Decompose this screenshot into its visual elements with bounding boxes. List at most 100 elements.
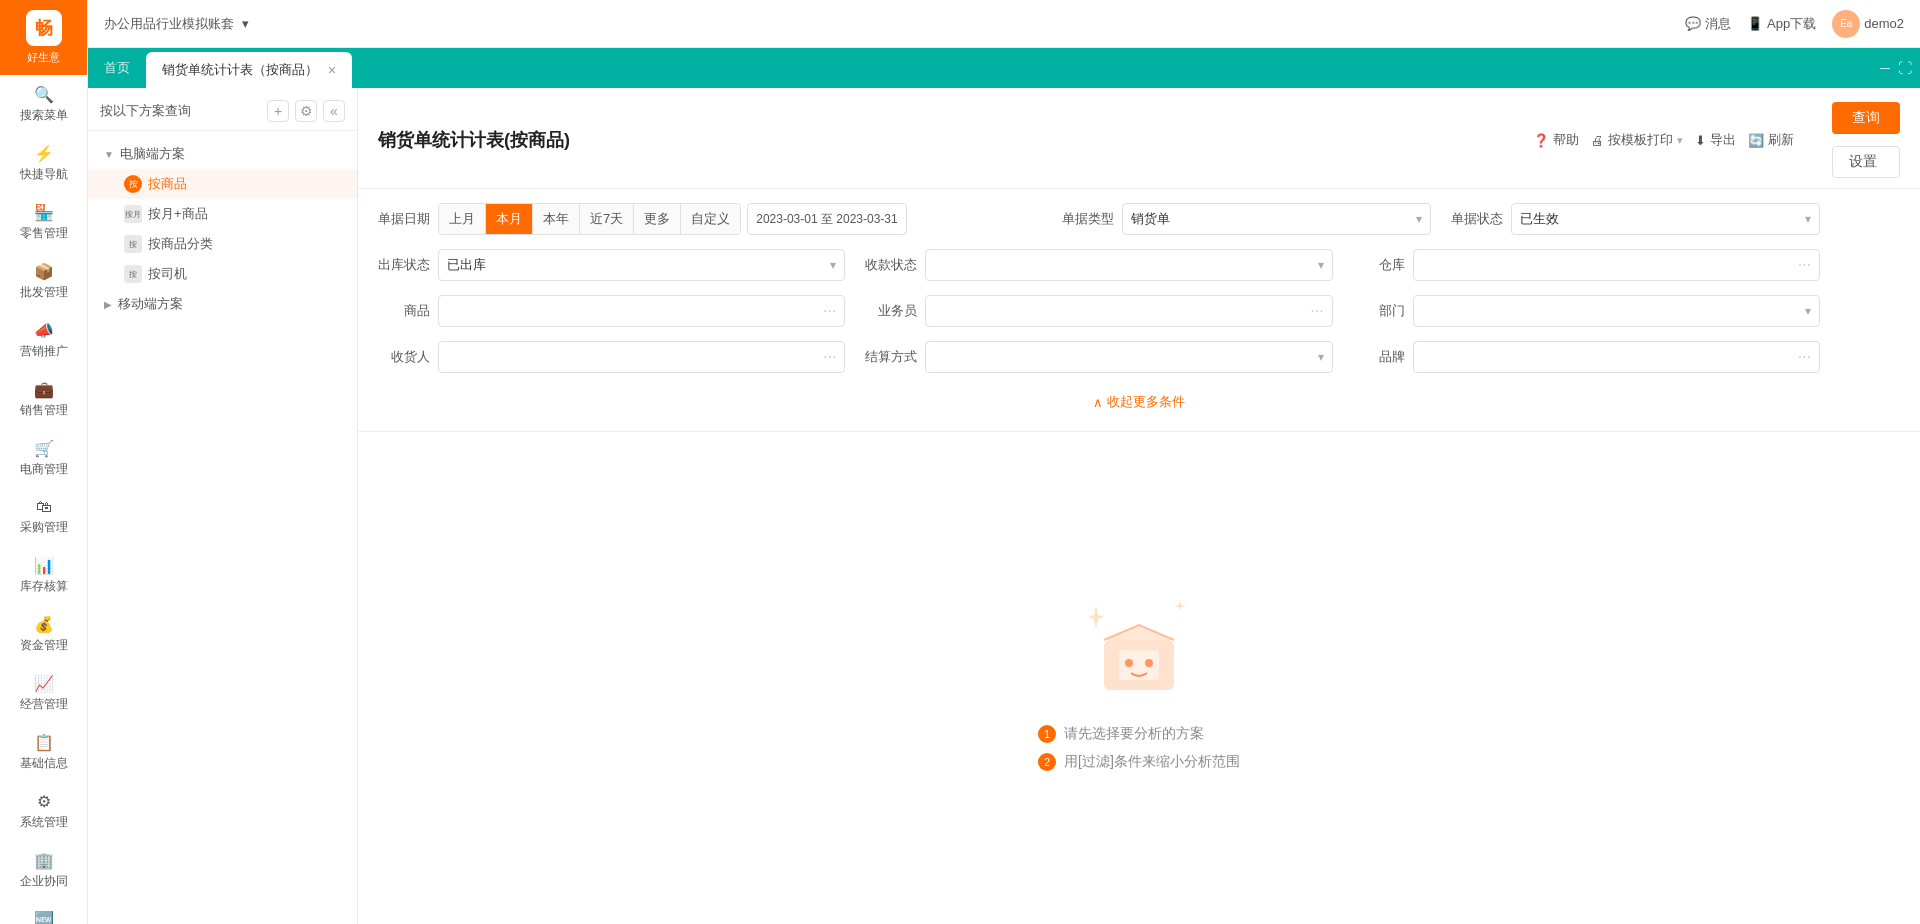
tree-desktop-parent[interactable]: ▼ 电脑端方案 [88,139,357,169]
settings-button[interactable]: 设置 [1832,146,1900,178]
retail-icon: 🏪 [34,203,54,222]
maximize-icon[interactable]: ⛶ [1898,60,1912,76]
tree-mobile-arrow-icon: ▶ [104,299,112,310]
user-avatar-btn[interactable]: Ea demo2 [1832,10,1904,38]
brand-dots-icon[interactable]: ··· [1798,348,1811,366]
export-btn[interactable]: ⬇ 导出 [1695,131,1736,149]
message-btn[interactable]: 💬 消息 [1685,15,1731,33]
app-download-label: App下载 [1767,15,1816,33]
date-tab-this-month[interactable]: 本月 [486,203,533,235]
date-tab-custom[interactable]: 自定义 [681,203,740,235]
sales-rep-dots-icon[interactable]: ··· [1310,302,1323,320]
warehouse-control[interactable]: ··· [1413,249,1820,281]
tree-arrow-icon: ▼ [104,149,114,160]
tree-desktop-label: 电脑端方案 [120,145,185,163]
stock-status-value: 已出库 [447,256,486,274]
stock-status-control[interactable]: 已出库 ▾ [438,249,845,281]
tree-child-month-product[interactable]: 按月 按月+商品 [88,199,357,229]
sidebar: 畅 好生意 🔍搜索菜单⚡快捷导航🏪零售管理📦批发管理📣营销推广💼销售管理🛒电商管… [0,0,88,924]
month-product-icon: 按月 [124,205,142,223]
tab-maximize-area: ─ ⛶ [1880,60,1912,76]
payment-method-control[interactable]: ▾ [925,341,1332,373]
export-icon: ⬇ [1695,133,1706,148]
industry-dropdown[interactable]: ▾ [242,16,249,31]
page-title: 销货单统计计表(按商品) [378,128,570,152]
recipient-control[interactable]: ··· [438,341,845,373]
main-area: 办公用品行业模拟账套 ▾ 💬 消息 📱 App下载 Ea demo2 首页 [88,0,1920,924]
collapse-panel-btn[interactable]: « [323,100,345,122]
sidebar-item-ecommerce[interactable]: 🛒电商管理 [15,429,73,488]
sidebar-item-inventory[interactable]: 📊库存核算 [15,546,73,605]
date-label: 单据日期 [378,210,438,228]
tree-child-category[interactable]: 按 按商品分类 [88,229,357,259]
sidebar-item-sales[interactable]: 💼销售管理 [15,370,73,429]
warehouse-label: 仓库 [1353,256,1413,274]
topbar: 办公用品行业模拟账套 ▾ 💬 消息 📱 App下载 Ea demo2 [88,0,1920,48]
stock-status-arrow-icon: ▾ [830,258,836,272]
tab-active[interactable]: 销货单统计计表（按商品） × [146,52,352,88]
sidebar-item-quick-nav[interactable]: ⚡快捷导航 [15,134,73,193]
refresh-btn[interactable]: 🔄 刷新 [1748,131,1794,149]
sidebar-item-finance[interactable]: 💰资金管理 [15,605,73,664]
sidebar-item-search[interactable]: 🔍搜索菜单 [15,75,73,134]
sidebar-item-guide[interactable]: 🆕新手引导 [15,900,73,924]
brand-control[interactable]: ··· [1413,341,1820,373]
sidebar-label-marketing: 营销推广 [20,343,68,360]
sidebar-item-wholesale[interactable]: 📦批发管理 [15,252,73,311]
collapse-filter-btn[interactable]: ∧ 收起更多条件 [378,387,1900,417]
help-btn[interactable]: ❓ 帮助 [1533,131,1579,149]
doc-status-label: 单据状态 [1451,210,1511,228]
doc-type-label: 单据类型 [1062,210,1122,228]
recipient-dots-icon[interactable]: ··· [823,348,836,366]
sidebar-item-system[interactable]: ⚙系统管理 [15,782,73,841]
payment-status-control[interactable]: ▾ [925,249,1332,281]
sidebar-item-basic-info[interactable]: 📋基础信息 [15,723,73,782]
system-icon: ⚙ [37,792,51,811]
empty-tip-1: 1 请先选择要分析的方案 [1038,725,1240,743]
payment-status-arrow-icon: ▾ [1318,258,1324,272]
warehouse-dots-icon[interactable]: ··· [1798,256,1811,274]
sidebar-logo[interactable]: 畅 好生意 [0,0,87,75]
sidebar-item-retail[interactable]: 🏪零售管理 [15,193,73,252]
app-download-btn[interactable]: 📱 App下载 [1747,15,1816,33]
empty-illustration [1079,585,1199,705]
tree-child-product[interactable]: 按 按商品 [88,169,357,199]
sidebar-item-enterprise[interactable]: 🏢企业协同 [15,841,73,900]
sidebar-label-enterprise: 企业协同 [20,873,68,890]
add-scheme-btn[interactable]: + [267,100,289,122]
dept-control[interactable]: ▾ [1413,295,1820,327]
tree-child-driver[interactable]: 按 按司机 [88,259,357,289]
sidebar-item-operation[interactable]: 📈经营管理 [15,664,73,723]
tab-close-icon[interactable]: × [328,62,336,78]
settings-scheme-btn[interactable]: ⚙ [295,100,317,122]
sidebar-label-search: 搜索菜单 [20,107,68,124]
sales-rep-control[interactable]: ··· [925,295,1332,327]
tree-mobile-parent[interactable]: ▶ 移动端方案 [88,289,357,319]
filter-row-4: 收货人 ··· 结算方式 ▾ [378,341,1900,373]
print-btn[interactable]: 🖨 按模板打印 ▾ [1591,131,1683,149]
empty-state: 1 请先选择要分析的方案 2 用[过滤]条件来缩小分析范围 [358,432,1920,924]
doc-type-control[interactable]: 销货单 ▾ [1122,203,1431,235]
doc-status-control[interactable]: 已生效 ▾ [1511,203,1820,235]
doc-status-arrow-icon: ▾ [1805,212,1811,226]
sidebar-item-purchase[interactable]: 🛍采购管理 [15,488,73,546]
date-tabs: 上月 本月 本年 近7天 更多 自定义 [438,203,741,235]
date-tab-more[interactable]: 更多 [634,203,681,235]
doc-type-value: 销货单 [1131,210,1170,228]
product-dots-icon[interactable]: ··· [823,302,836,320]
date-tab-7days[interactable]: 近7天 [580,203,634,235]
message-label: 消息 [1705,15,1731,33]
date-tab-this-year[interactable]: 本年 [533,203,580,235]
minimize-icon[interactable]: ─ [1880,60,1890,76]
print-dropdown-icon[interactable]: ▾ [1677,134,1683,147]
sidebar-item-marketing[interactable]: 📣营销推广 [15,311,73,370]
tab-home[interactable]: 首页 [88,48,146,88]
product-control[interactable]: ··· [438,295,845,327]
export-label: 导出 [1710,131,1736,149]
query-button[interactable]: 查询 [1832,102,1900,134]
date-tab-last-month[interactable]: 上月 [439,203,486,235]
logo-icon: 畅 [26,10,62,46]
app-download-icon: 📱 [1747,16,1763,31]
topbar-left: 办公用品行业模拟账套 ▾ [104,15,249,33]
product-icon: 按 [124,175,142,193]
